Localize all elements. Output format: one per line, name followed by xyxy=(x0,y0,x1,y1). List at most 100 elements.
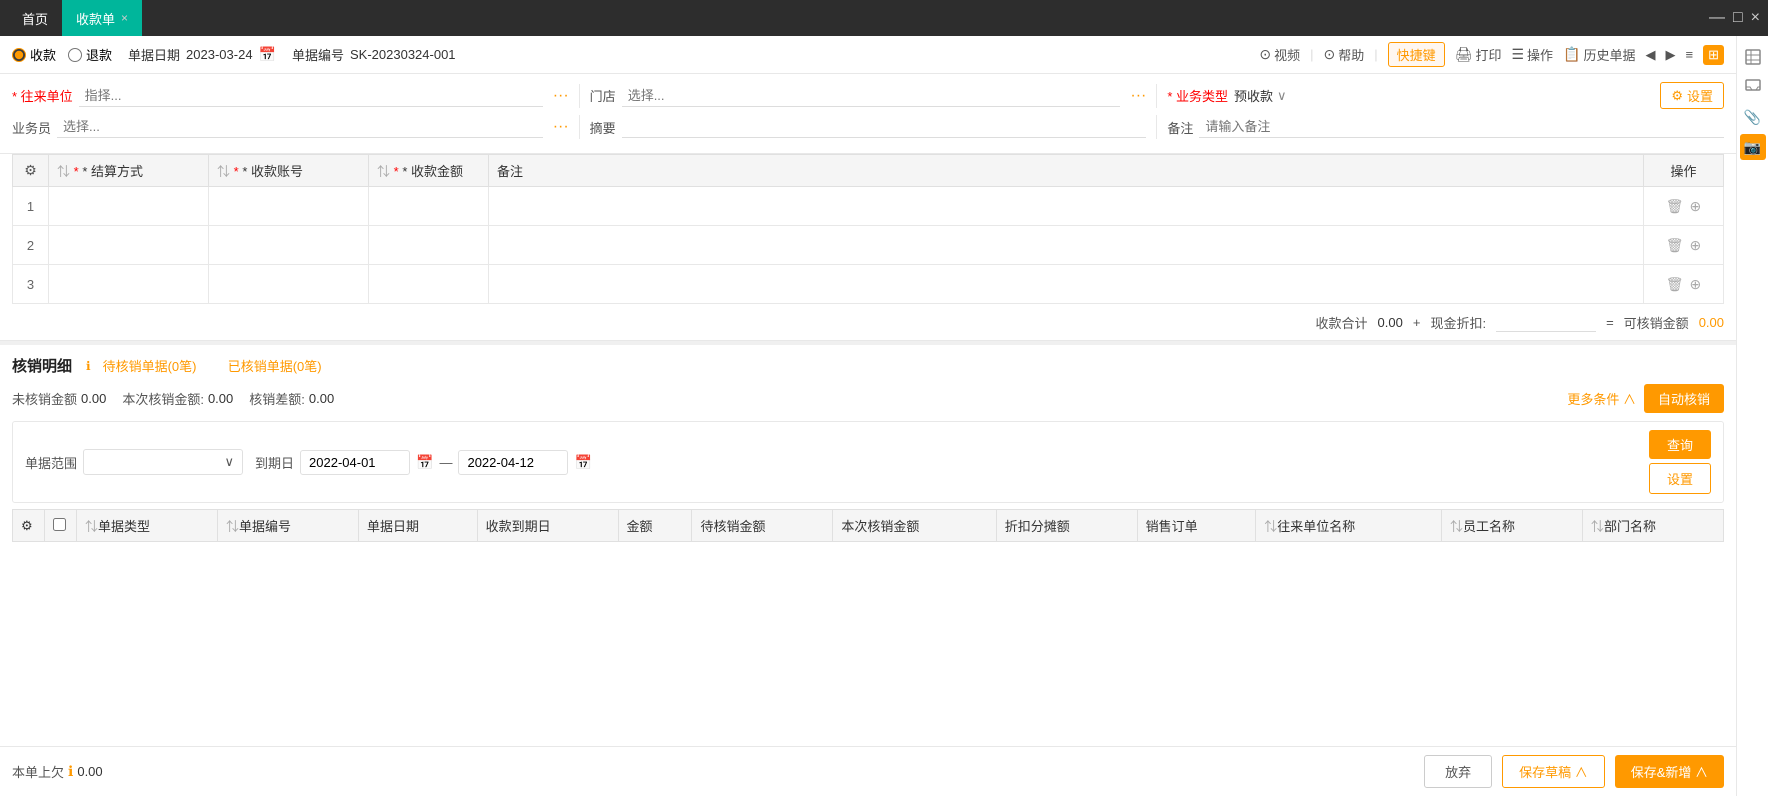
copy-icon-2[interactable]: ⊕ xyxy=(1690,237,1702,254)
range-select[interactable]: ∨ xyxy=(83,449,243,475)
nav-home[interactable]: 首页 xyxy=(8,0,62,36)
counterpart-more-icon[interactable]: ··· xyxy=(553,87,569,105)
sidebar-camera-icon[interactable]: 📷 xyxy=(1740,134,1766,160)
save-draft-btn[interactable]: 保存草稿 ∧ xyxy=(1502,755,1605,788)
cell-amount-2[interactable] xyxy=(369,226,489,265)
sidebar-table-icon[interactable] xyxy=(1740,44,1766,70)
nav-next-icon: ▶ xyxy=(1666,47,1676,63)
date-value: 2023-03-24 xyxy=(186,47,253,62)
cell-amount-1[interactable] xyxy=(369,187,489,226)
staff-more-icon[interactable]: ··· xyxy=(553,118,569,136)
nav-prev[interactable]: ◀ xyxy=(1646,47,1656,63)
copy-icon-3[interactable]: ⊕ xyxy=(1690,276,1702,293)
biz-type-select[interactable]: 预收款 ∨ xyxy=(1234,86,1287,105)
more-conditions-btn[interactable]: 更多条件 ∧ xyxy=(1567,389,1636,408)
cell-account-2[interactable] xyxy=(209,226,369,265)
amount-input-1[interactable] xyxy=(369,187,488,225)
shop-more-icon[interactable]: ··· xyxy=(1130,87,1146,105)
delete-icon-2[interactable]: 🗑 xyxy=(1666,237,1684,254)
remark-input-1[interactable] xyxy=(489,187,1643,225)
from-date-cal-icon[interactable]: 📅 xyxy=(416,454,433,471)
bth-staff: ⇅员工名称 xyxy=(1441,510,1582,542)
nav-grid[interactable]: ⊞ xyxy=(1703,45,1724,65)
filter-settings-btn[interactable]: 设置 xyxy=(1649,463,1711,494)
radio-tuikuan[interactable]: 退款 xyxy=(68,45,112,64)
main-panel: 收款 退款 单据日期 2023-03-24 📅 单据编号 SK-20230324… xyxy=(0,36,1736,796)
account-input-1[interactable] xyxy=(209,187,368,225)
amount-input-2[interactable] xyxy=(369,226,488,264)
auto-verify-btn[interactable]: 自动核销 xyxy=(1644,384,1724,413)
sidebar-paperclip-icon[interactable]: 📎 xyxy=(1740,104,1766,130)
bottom-gear-icon[interactable]: ⚙ xyxy=(21,518,33,533)
cell-settle-3[interactable] xyxy=(49,265,209,304)
cell-settle-2[interactable] xyxy=(49,226,209,265)
save-new-btn[interactable]: 保存&新增 ∧ xyxy=(1615,755,1724,788)
sidebar-inbox-icon[interactable] xyxy=(1740,74,1766,100)
nav-menu[interactable]: ≡ xyxy=(1686,47,1694,62)
cell-settle-1[interactable] xyxy=(49,187,209,226)
completed-tab[interactable]: 已核销单据(0笔) xyxy=(228,356,322,375)
cell-remark-2[interactable] xyxy=(489,226,1644,265)
staff-input[interactable] xyxy=(57,116,543,138)
help-label: 帮助 xyxy=(1338,45,1364,64)
remark-input-3[interactable] xyxy=(489,265,1643,303)
biz-type-arrow-icon: ∨ xyxy=(1277,88,1287,104)
sep2 xyxy=(1156,84,1157,108)
settle-input-1[interactable] xyxy=(49,187,208,225)
help-icon: ⊙ xyxy=(1324,46,1336,63)
cell-account-1[interactable] xyxy=(209,187,369,226)
abandon-btn[interactable]: 放弃 xyxy=(1424,755,1492,788)
operate-btn[interactable]: ☰ 操作 xyxy=(1511,45,1553,64)
amount-input-3[interactable] xyxy=(369,265,488,303)
counterpart-input[interactable] xyxy=(79,85,543,107)
minimize-icon[interactable]: — xyxy=(1709,9,1725,27)
table-row: 1 🗑 ⊕ xyxy=(13,187,1724,226)
biz-type-field: * 业务类型 预收款 ∨ ⚙ 设置 xyxy=(1167,82,1724,109)
print-btn[interactable]: 🖨 打印 xyxy=(1455,45,1502,64)
total-label: 收款合计 xyxy=(1316,313,1368,332)
nav-active-tab[interactable]: 收款单 × xyxy=(62,0,142,36)
pending-tab[interactable]: 待核销单据(0笔) xyxy=(103,356,197,375)
close-tab-icon[interactable]: × xyxy=(121,11,128,25)
uncleared-value: 0.00 xyxy=(81,391,106,406)
to-date-cal-icon[interactable]: 📅 xyxy=(574,454,591,471)
shortcut-btn[interactable]: 快捷键 xyxy=(1388,42,1445,67)
remark-input-2[interactable] xyxy=(489,226,1643,264)
cell-account-3[interactable] xyxy=(209,265,369,304)
video-btn[interactable]: ⊙ 视频 xyxy=(1259,45,1300,64)
number-field: 单据编号 SK-20230324-001 xyxy=(292,45,456,64)
to-date-input[interactable] xyxy=(458,450,568,475)
delete-icon-1[interactable]: 🗑 xyxy=(1666,198,1684,215)
remark-input[interactable] xyxy=(1199,116,1724,138)
number-label: 单据编号 xyxy=(292,45,344,64)
shop-input[interactable] xyxy=(622,85,1121,107)
from-date-input[interactable] xyxy=(300,450,410,475)
radio-shoukuan[interactable]: 收款 xyxy=(12,45,56,64)
delete-icon-3[interactable]: 🗑 xyxy=(1666,276,1684,293)
bottom-table: ⚙ ⇅单据类型 ⇅单据编号 单据日期 收款到期日 金额 待核销金额 本次核销金额… xyxy=(12,509,1724,542)
discount-input[interactable] xyxy=(1496,312,1596,332)
maximize-icon[interactable]: □ xyxy=(1733,9,1743,27)
bth-sales-order: 销售订单 xyxy=(1137,510,1256,542)
query-btn[interactable]: 查询 xyxy=(1649,430,1711,459)
settings-btn[interactable]: ⚙ 设置 xyxy=(1660,82,1724,109)
copy-icon-1[interactable]: ⊕ xyxy=(1690,198,1702,215)
select-all-checkbox[interactable] xyxy=(53,518,66,531)
window-close-icon[interactable]: × xyxy=(1751,9,1760,27)
settings-icon: ⚙ xyxy=(1671,88,1683,104)
footer-value: 0.00 xyxy=(77,764,102,779)
cell-remark-3[interactable] xyxy=(489,265,1644,304)
table-gear-icon[interactable]: ⚙ xyxy=(24,162,37,178)
calendar-icon[interactable]: 📅 xyxy=(259,46,276,63)
history-btn[interactable]: 📋 历史单据 xyxy=(1563,45,1635,64)
account-input-2[interactable] xyxy=(209,226,368,264)
nav-next[interactable]: ▶ xyxy=(1666,47,1676,63)
help-btn[interactable]: ⊙ 帮助 xyxy=(1324,45,1365,64)
settle-input-3[interactable] xyxy=(49,265,208,303)
cell-amount-3[interactable] xyxy=(369,265,489,304)
settle-input-2[interactable] xyxy=(49,226,208,264)
account-input-3[interactable] xyxy=(209,265,368,303)
summary-input[interactable] xyxy=(622,116,1147,138)
cell-remark-1[interactable] xyxy=(489,187,1644,226)
th-account: ⇅ * * 收款账号 xyxy=(209,155,369,187)
